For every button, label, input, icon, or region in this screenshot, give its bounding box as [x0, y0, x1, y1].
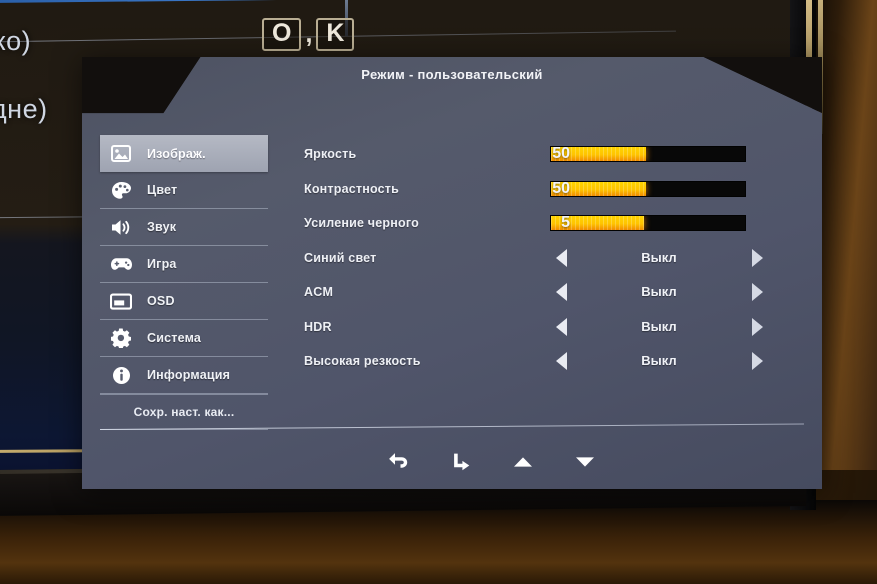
key-box-k: K — [316, 18, 355, 51]
setting-value: 5 — [561, 214, 570, 232]
key-box-o: O — [262, 18, 302, 51]
setting-label: Контрастность — [304, 181, 399, 196]
background-key-hint-group: O , K — [262, 18, 355, 51]
brightness-slider[interactable] — [550, 146, 746, 163]
super-sharpness-selector[interactable]: Выкл — [550, 349, 768, 373]
background-caption-line-2: едне) — [0, 94, 48, 124]
sidebar-item-save-settings[interactable]: Сохр. наст. как... — [100, 394, 268, 430]
sidebar-item-osd[interactable]: OSD — [100, 283, 268, 320]
setting-row-blue-light[interactable]: Синий свет Выкл — [304, 241, 802, 276]
setting-label: HDR — [304, 319, 332, 334]
hdr-selector[interactable]: Выкл — [550, 315, 768, 339]
window-icon — [109, 291, 133, 312]
osd-menu: Режим - пользовательский Изображ. Цвет З… — [82, 57, 822, 489]
osd-settings-list: Яркость 50 Контрастность 50 Усиление чер… — [304, 137, 802, 379]
key-comma: , — [305, 20, 313, 48]
setting-row-black-boost[interactable]: Усиление черного 5 — [304, 206, 802, 241]
setting-label: ACM — [304, 285, 334, 300]
blue-light-selector[interactable]: Выкл — [550, 246, 768, 270]
black-boost-slider[interactable] — [550, 215, 746, 232]
contrast-slider[interactable] — [550, 180, 746, 197]
info-icon — [109, 365, 133, 386]
sidebar-item-sound[interactable]: Звук — [100, 209, 268, 246]
setting-value: Выкл — [641, 318, 677, 334]
background-caption-line-1: еко) — [0, 26, 32, 56]
sidebar-item-color[interactable]: Цвет — [100, 172, 268, 209]
setting-value: Выкл — [641, 353, 677, 369]
setting-row-acm[interactable]: ACM Выкл — [304, 275, 802, 310]
osd-sidebar: Изображ. Цвет Звук Игра OSD Система Инфо… — [100, 135, 268, 430]
gear-icon — [109, 328, 133, 349]
setting-label: Синий свет — [304, 250, 377, 265]
setting-label: Высокая резкость — [304, 354, 421, 369]
sidebar-item-image[interactable]: Изображ. — [100, 135, 268, 172]
osd-footer-nav — [382, 447, 602, 477]
setting-row-hdr[interactable]: HDR Выкл — [304, 310, 802, 345]
acm-selector[interactable]: Выкл — [550, 280, 768, 304]
sidebar-item-label: Система — [147, 331, 202, 345]
setting-value: Выкл — [641, 284, 677, 300]
sidebar-item-label: Игра — [147, 257, 177, 271]
back-arrow-icon[interactable] — [382, 447, 416, 477]
arrow-right-icon[interactable] — [752, 248, 763, 267]
setting-value: Выкл — [641, 249, 677, 265]
sidebar-item-game[interactable]: Игра — [100, 246, 268, 283]
arrow-right-icon[interactable] — [752, 317, 763, 336]
sidebar-item-label: Цвет — [147, 183, 178, 197]
osd-title: Режим - пользовательский — [361, 67, 543, 82]
arrow-right-icon[interactable] — [752, 352, 763, 371]
setting-row-brightness[interactable]: Яркость 50 — [304, 137, 802, 172]
sidebar-item-label: Звук — [147, 220, 177, 234]
sidebar-item-information[interactable]: Информация — [100, 357, 268, 394]
setting-label: Яркость — [304, 147, 357, 162]
sidebar-item-label: Информация — [147, 368, 231, 382]
gamepad-icon — [109, 254, 133, 275]
sidebar-item-label: Изображ. — [147, 146, 206, 161]
image-icon — [109, 143, 133, 164]
sidebar-save-label: Сохр. наст. как... — [133, 405, 235, 419]
sidebar-item-label: OSD — [147, 294, 175, 308]
arrow-right-icon[interactable] — [752, 283, 763, 302]
setting-label: Усиление черного — [304, 216, 419, 231]
setting-row-contrast[interactable]: Контрастность 50 — [304, 172, 802, 207]
speaker-icon — [109, 217, 133, 238]
enter-arrow-icon[interactable] — [444, 447, 478, 477]
down-triangle-icon[interactable] — [568, 447, 602, 477]
setting-value: 50 — [552, 179, 570, 197]
palette-icon — [109, 180, 133, 201]
up-triangle-icon[interactable] — [506, 447, 540, 477]
setting-row-super-sharpness[interactable]: Высокая резкость Выкл — [304, 344, 802, 379]
sidebar-item-system[interactable]: Система — [100, 320, 268, 357]
setting-value: 50 — [552, 145, 570, 163]
